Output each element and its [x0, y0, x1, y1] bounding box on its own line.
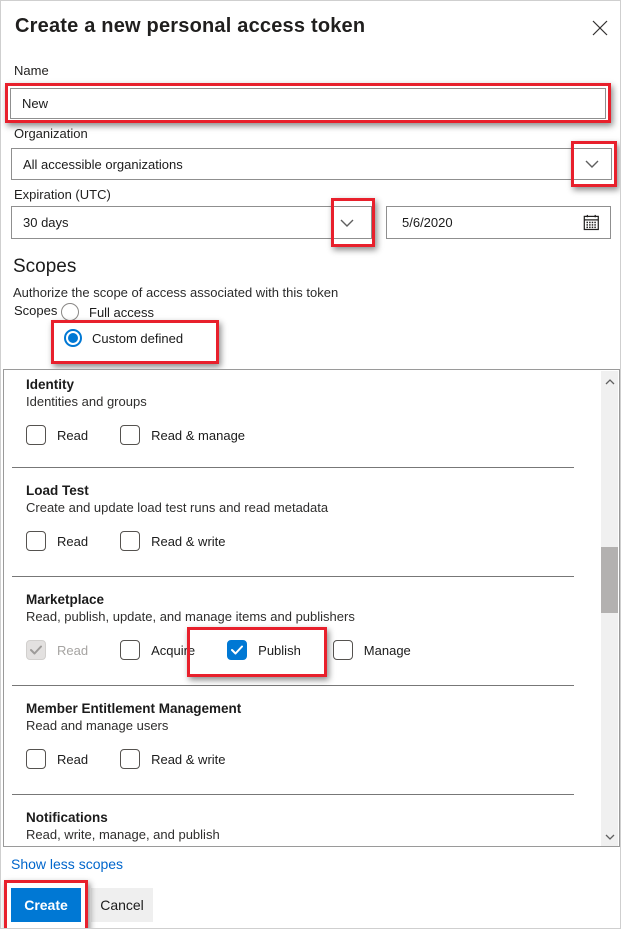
checkbox-item-read[interactable]: Read — [26, 425, 88, 445]
organization-value: All accessible organizations — [12, 157, 585, 172]
chevron-down-icon — [340, 219, 354, 227]
scopes-heading: Scopes — [13, 256, 76, 278]
scope-section: Member Entitlement Management Read and m… — [4, 686, 602, 794]
checkbox-item-read[interactable]: Read — [26, 749, 88, 769]
checkbox-label: Read & write — [151, 534, 225, 549]
checkbox-label: Publish — [258, 643, 301, 658]
scope-section-description: Create and update load test runs and rea… — [26, 499, 562, 516]
scope-checkbox-row: Read Acquire Publish Manage — [26, 640, 562, 660]
radio-custom-defined[interactable]: Custom defined — [64, 329, 183, 347]
scope-list: Identity Identities and groups Read Read … — [3, 369, 620, 847]
name-label: Name — [14, 63, 49, 78]
scope-section: Identity Identities and groups Read Read … — [4, 370, 602, 467]
show-less-scopes-link[interactable]: Show less scopes — [11, 856, 123, 872]
scope-section-title: Load Test — [26, 482, 562, 499]
checkbox-label: Read — [57, 534, 88, 549]
expiration-date-field[interactable] — [391, 207, 583, 238]
checkbox-label: Manage — [364, 643, 411, 658]
checkbox-checked-icon[interactable] — [227, 640, 247, 660]
checkbox-label: Read — [57, 752, 88, 767]
name-input[interactable] — [10, 88, 606, 119]
scope-section-title: Member Entitlement Management — [26, 700, 562, 717]
dialog-title: Create a new personal access token — [15, 15, 365, 38]
scope-section: Load Test Create and update load test ru… — [4, 468, 602, 576]
cancel-button[interactable]: Cancel — [91, 888, 153, 922]
scope-section-description: Identities and groups — [26, 393, 562, 410]
scroll-up-icon[interactable] — [601, 373, 618, 390]
checkbox-item-read-write[interactable]: Read & write — [120, 749, 225, 769]
checkbox-label: Read & manage — [151, 428, 245, 443]
close-icon[interactable] — [587, 15, 613, 41]
organization-label: Organization — [14, 126, 88, 141]
chevron-down-icon — [585, 160, 599, 168]
scope-checkbox-row: Read Read & write — [26, 749, 562, 769]
checkbox-icon[interactable] — [120, 531, 140, 551]
radio-label: Custom defined — [92, 331, 183, 346]
expiration-dropdown[interactable]: 30 days — [11, 206, 372, 239]
scope-section-title: Marketplace — [26, 591, 562, 608]
scope-section-description: Read and manage users — [26, 717, 562, 734]
radio-circle-icon[interactable] — [61, 303, 79, 321]
checkbox-label: Read — [57, 428, 88, 443]
calendar-icon[interactable] — [583, 213, 600, 232]
create-pat-dialog: Create a new personal access token Name … — [0, 0, 621, 929]
checkbox-item-publish[interactable]: Publish — [227, 640, 301, 660]
checkbox-label: Read & write — [151, 752, 225, 767]
scopes-radio-group-label: Scopes — [14, 303, 57, 318]
checkbox-icon[interactable] — [120, 425, 140, 445]
radio-circle-checked-icon[interactable] — [64, 329, 82, 347]
checkbox-icon[interactable] — [333, 640, 353, 660]
scrollbar-thumb[interactable] — [601, 547, 618, 613]
expiration-date-input[interactable] — [386, 206, 611, 239]
scope-checkbox-row: Read Read & manage — [26, 425, 562, 445]
scrollbar[interactable] — [601, 371, 618, 847]
checkbox-item-read-manage[interactable]: Read & manage — [120, 425, 245, 445]
organization-dropdown[interactable]: All accessible organizations — [11, 148, 612, 180]
checkbox-item-read-write[interactable]: Read & write — [120, 531, 225, 551]
expiration-label: Expiration (UTC) — [14, 187, 111, 202]
name-input-field[interactable] — [11, 89, 605, 118]
radio-full-access[interactable]: Full access — [61, 303, 154, 321]
scope-section-description: Read, write, manage, and publish — [26, 826, 562, 843]
checkbox-item-acquire[interactable]: Acquire — [120, 640, 195, 660]
create-button[interactable]: Create — [11, 888, 81, 922]
checkbox-icon[interactable] — [26, 749, 46, 769]
checkbox-label: Acquire — [151, 643, 195, 658]
checkbox-item-read[interactable]: Read — [26, 531, 88, 551]
checkbox-icon[interactable] — [120, 749, 140, 769]
scope-section: Notifications Read, write, manage, and p… — [4, 795, 602, 847]
checkbox-icon[interactable] — [120, 640, 140, 660]
checkbox-label: Read — [57, 643, 88, 658]
checkbox-item-read[interactable]: Read — [26, 640, 88, 660]
checkbox-icon[interactable] — [26, 425, 46, 445]
scopes-description: Authorize the scope of access associated… — [13, 285, 338, 300]
scope-section-title: Identity — [26, 376, 562, 393]
scroll-down-icon[interactable] — [601, 828, 618, 845]
scope-checkbox-row: Read Read & write — [26, 531, 562, 551]
scope-section: Marketplace Read, publish, update, and m… — [4, 577, 602, 685]
radio-label: Full access — [89, 305, 154, 320]
scope-section-description: Read, publish, update, and manage items … — [26, 608, 562, 625]
scope-list-content: Identity Identities and groups Read Read … — [4, 370, 602, 847]
publish-annotation-box — [187, 627, 327, 677]
checkbox-item-manage[interactable]: Manage — [333, 640, 411, 660]
expiration-value: 30 days — [12, 215, 340, 230]
checkbox-checked-icon[interactable] — [26, 640, 46, 660]
scope-section-title: Notifications — [26, 809, 562, 826]
checkbox-icon[interactable] — [26, 531, 46, 551]
